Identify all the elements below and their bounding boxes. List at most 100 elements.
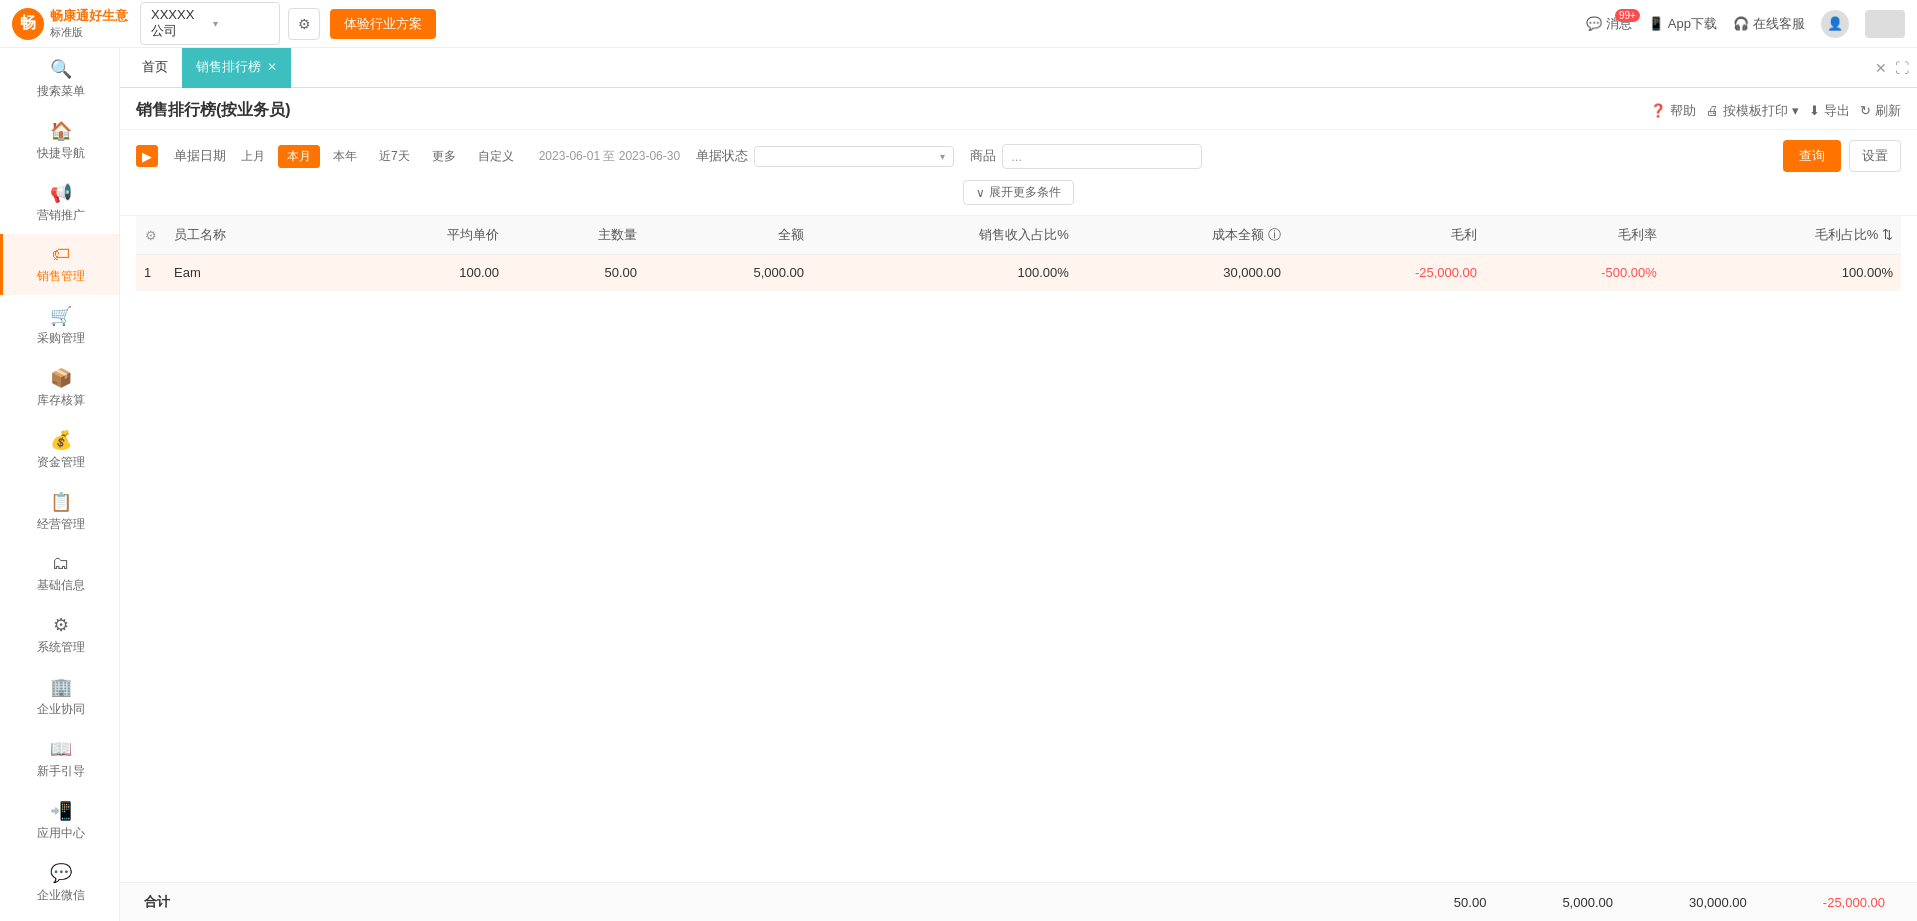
date-tab-custom[interactable]: 自定义 <box>469 145 523 168</box>
filter-row: ▶ 单据日期 上月 本月 本年 近7天 更多 自定义 <box>136 140 1901 172</box>
enterprise-icon: 🏢 <box>50 676 72 698</box>
date-tab-this-year[interactable]: 本年 <box>324 145 366 168</box>
basics-icon: 🗂 <box>52 553 70 574</box>
print-button[interactable]: 🖨 按模板打印 ▾ <box>1706 102 1799 120</box>
footer-cost: 30,000.00 <box>1681 895 1755 910</box>
export-icon: ⬇ <box>1809 103 1820 118</box>
sidebar-item-inventory[interactable]: 📦 库存核算 <box>0 357 119 419</box>
sidebar-item-search[interactable]: 🔍 搜索菜单 <box>0 48 119 110</box>
status-filter-group: 单据状态 ▾ <box>696 146 954 167</box>
sidebar-item-guide[interactable]: 📖 新手引导 <box>0 728 119 790</box>
chevron-down-icon: ▾ <box>213 18 269 29</box>
col-header-qty: 主数量 <box>507 216 645 255</box>
print-icon: 🖨 <box>1706 103 1719 118</box>
help-icon: ❓ <box>1650 103 1666 118</box>
headset-icon: 🎧 <box>1733 16 1749 31</box>
sidebar-item-purchase[interactable]: 🛒 采购管理 <box>0 295 119 357</box>
maximize-icon[interactable]: ⛶ <box>1895 60 1909 76</box>
app-download-button[interactable]: 📱 App下载 <box>1648 15 1717 33</box>
table-wrapper: ⚙ 员工名称 平均单价 主数量 全额 销售收入占比% 成本全额 ⓘ 毛利 毛利率… <box>120 216 1917 882</box>
date-range-display: 2023-06-01 至 2023-06-30 <box>539 148 680 165</box>
refresh-icon: ↻ <box>1860 103 1871 118</box>
page-header: 销售排行榜(按业务员) ❓ 帮助 🖨 按模板打印 ▾ ⬇ 导出 <box>120 88 1917 130</box>
filter-toggle-button[interactable]: ▶ <box>136 145 158 167</box>
sidebar-item-operations[interactable]: 📋 经营管理 <box>0 481 119 543</box>
tab-close-icon[interactable]: ✕ <box>267 60 277 74</box>
col-header-gross-pct: 毛利占比% ⇅ <box>1665 216 1901 255</box>
data-table: ⚙ 员工名称 平均单价 主数量 全额 销售收入占比% 成本全额 ⓘ 毛利 毛利率… <box>136 216 1901 291</box>
settings-button[interactable]: 设置 <box>1849 140 1901 172</box>
goods-filter-group: 商品 ... <box>970 144 1202 169</box>
content-area: 首页 销售排行榜 ✕ ✕ ⛶ 销售排行榜(按业务员) ❓ 帮助 <box>120 48 1917 921</box>
wechat-icon: 💬 <box>50 862 72 884</box>
sidebar-item-quicknav[interactable]: 🏠 快捷导航 <box>0 110 119 172</box>
filter-area: ▶ 单据日期 上月 本月 本年 近7天 更多 自定义 <box>120 130 1917 216</box>
company-selector[interactable]: XXXXX公司 ▾ <box>140 2 280 45</box>
sidebar-item-basics[interactable]: 🗂 基础信息 <box>0 543 119 604</box>
message-button[interactable]: 💬 消息 99+ <box>1586 15 1632 33</box>
gear-button[interactable]: ⚙ <box>288 8 320 40</box>
sidebar-item-finance[interactable]: 💰 资金管理 <box>0 419 119 481</box>
logo-area: 畅 畅康通好生意 标准版 <box>12 8 132 40</box>
trial-button[interactable]: 体验行业方案 <box>330 9 436 39</box>
filter-buttons: 查询 设置 <box>1783 140 1901 172</box>
col-header-name: 员工名称 <box>166 216 337 255</box>
sidebar-item-member[interactable]: ♾ 畅会员 <box>0 914 119 921</box>
date-tab-more[interactable]: 更多 <box>423 145 465 168</box>
expand-chevron-icon: ∨ <box>976 186 985 200</box>
purchase-icon: 🛒 <box>50 305 72 327</box>
date-tab-this-month[interactable]: 本月 <box>278 145 320 168</box>
status-chevron-icon: ▾ <box>940 151 945 162</box>
tab-home[interactable]: 首页 <box>128 48 182 88</box>
inventory-icon: 📦 <box>50 367 72 389</box>
system-icon: ⚙ <box>53 614 69 636</box>
refresh-button[interactable]: ↻ 刷新 <box>1860 102 1901 120</box>
sidebar-item-wechat[interactable]: 💬 企业微信 <box>0 852 119 914</box>
top-header: 畅 畅康通好生意 标准版 XXXXX公司 ▾ ⚙ 体验行业方案 💬 消息 99+… <box>0 0 1917 48</box>
goods-input[interactable]: ... <box>1002 144 1202 169</box>
date-tab-7days[interactable]: 近7天 <box>370 145 419 168</box>
column-settings-icon[interactable]: ⚙ <box>136 216 166 255</box>
col-header-cost: 成本全额 ⓘ <box>1077 216 1289 255</box>
sidebar-item-system[interactable]: ⚙ 系统管理 <box>0 604 119 666</box>
online-service-button[interactable]: 🎧 在线客服 <box>1733 15 1805 33</box>
footer-totals: 50.00 5,000.00 30,000.00 -25,000.00 <box>224 895 1893 910</box>
avatar[interactable]: 👤 <box>1821 10 1849 38</box>
search-icon: 🔍 <box>50 58 72 80</box>
date-filter-group: 单据日期 上月 本月 本年 近7天 更多 自定义 <box>174 145 523 168</box>
sidebar: 🔍 搜索菜单 🏠 快捷导航 📢 营销推广 🏷 销售管理 🛒 采购管理 📦 库存核… <box>0 48 120 921</box>
col-header-amount: 全额 <box>645 216 812 255</box>
footer-amount: 5,000.00 <box>1554 895 1621 910</box>
col-header-sales-pct: 销售收入占比% <box>812 216 1077 255</box>
home-icon: 🏠 <box>50 120 72 142</box>
appstore-icon: 📲 <box>50 800 72 822</box>
sidebar-item-marketing[interactable]: 📢 营销推广 <box>0 172 119 234</box>
tab-sales-ranking[interactable]: 销售排行榜 ✕ <box>182 48 291 88</box>
main-layout: 🔍 搜索菜单 🏠 快捷导航 📢 营销推广 🏷 销售管理 🛒 采购管理 📦 库存核… <box>0 48 1917 921</box>
finance-icon: 💰 <box>50 429 72 451</box>
sidebar-item-sales[interactable]: 🏷 销售管理 <box>0 234 119 295</box>
status-select[interactable]: ▾ <box>754 146 954 167</box>
close-window-icon[interactable]: ✕ <box>1875 60 1887 76</box>
footer-qty: 50.00 <box>1446 895 1495 910</box>
date-tab-last-month[interactable]: 上月 <box>232 145 274 168</box>
table-body: 1Eam100.0050.005,000.00100.00%30,000.00-… <box>136 255 1901 291</box>
col-header-gross: 毛利 <box>1289 216 1485 255</box>
tab-bar: 首页 销售排行榜 ✕ ✕ ⛶ <box>120 48 1917 88</box>
help-button[interactable]: ❓ 帮助 <box>1650 102 1696 120</box>
sales-icon: 🏷 <box>52 244 70 265</box>
sidebar-item-appstore[interactable]: 📲 应用中心 <box>0 790 119 852</box>
footer-gross: -25,000.00 <box>1815 895 1893 910</box>
table-row: 1Eam100.0050.005,000.00100.00%30,000.00-… <box>136 255 1901 291</box>
expand-conditions-button[interactable]: ∨ 展开更多条件 <box>963 180 1074 205</box>
col-header-avg-price: 平均单价 <box>337 216 508 255</box>
export-button[interactable]: ⬇ 导出 <box>1809 102 1850 120</box>
top-right-actions: 💬 消息 99+ 📱 App下载 🎧 在线客服 👤 <box>1586 10 1905 38</box>
marketing-icon: 📢 <box>50 182 72 204</box>
logo-text: 畅康通好生意 标准版 <box>50 8 128 39</box>
sidebar-item-enterprise[interactable]: 🏢 企业协同 <box>0 666 119 728</box>
query-button[interactable]: 查询 <box>1783 140 1841 172</box>
operations-icon: 📋 <box>50 491 72 513</box>
print-chevron-icon: ▾ <box>1792 103 1799 118</box>
table-header-row: ⚙ 员工名称 平均单价 主数量 全额 销售收入占比% 成本全额 ⓘ 毛利 毛利率… <box>136 216 1901 255</box>
